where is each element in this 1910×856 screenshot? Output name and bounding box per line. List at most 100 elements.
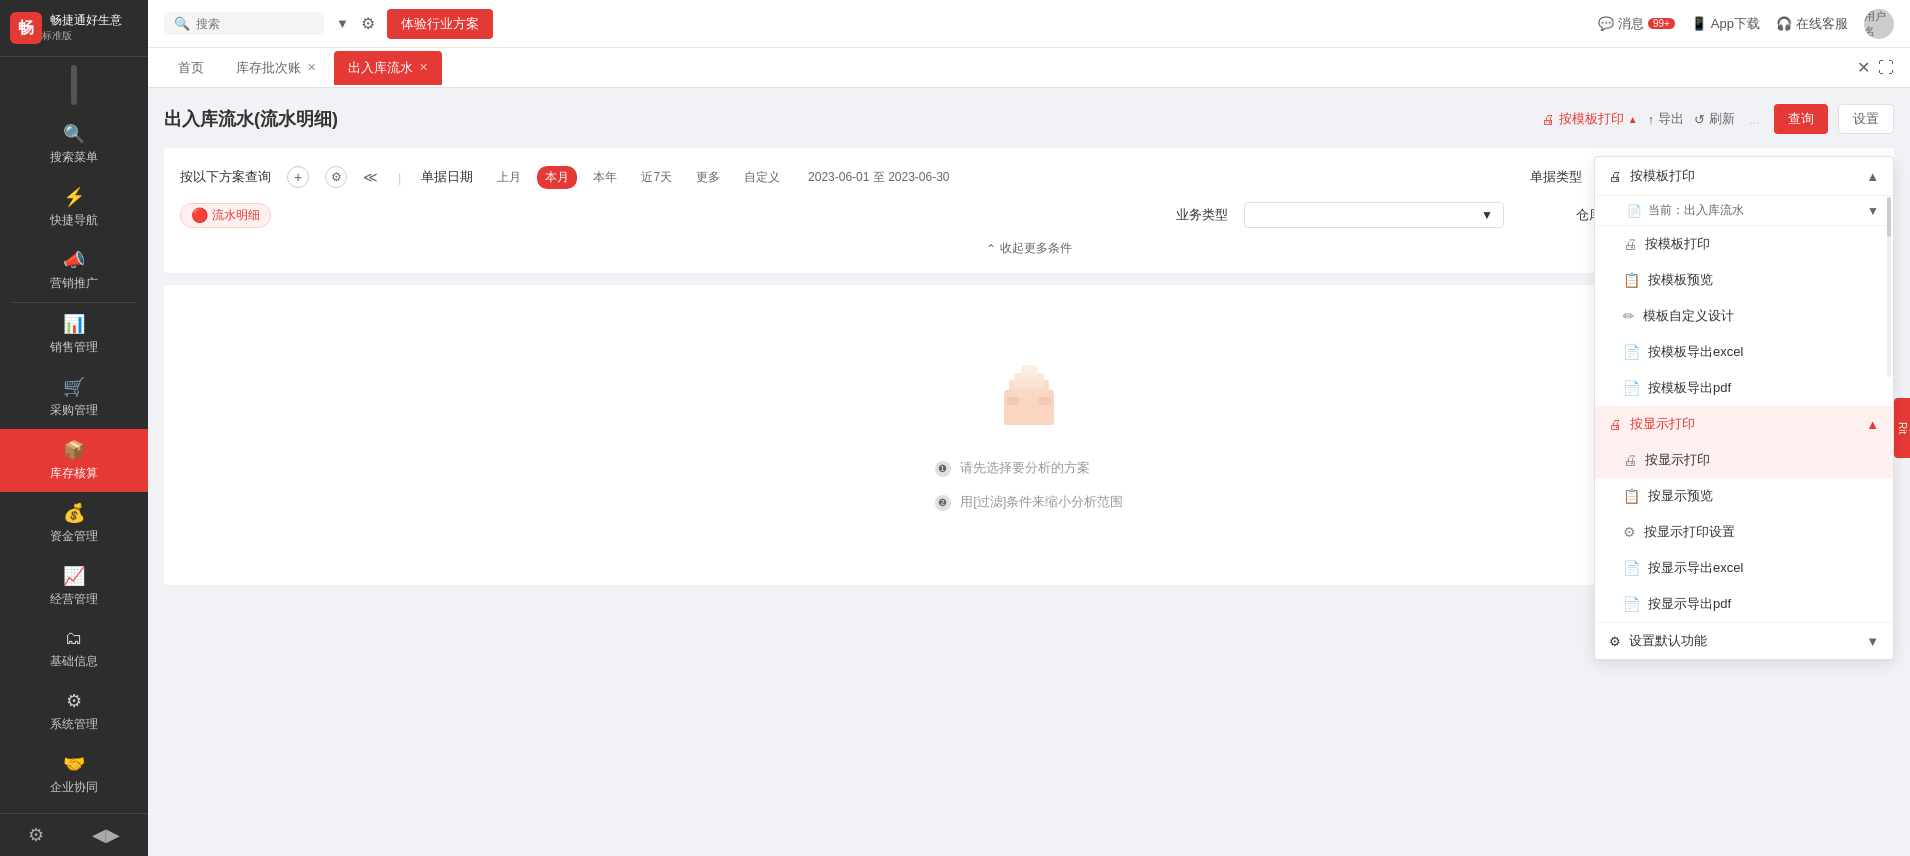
enterprise-icon: 🤝 <box>63 753 85 775</box>
collapse-sidebar-icon[interactable]: ◀▶ <box>92 824 120 846</box>
item-preview-icon-2: 📋 <box>1623 488 1640 504</box>
dropdown-item-template-print[interactable]: 🖨 按模板打印 <box>1595 226 1893 262</box>
search-icon: 🔍 <box>63 123 85 145</box>
dropdown-item-template-excel[interactable]: 📄 按模板导出excel <box>1595 334 1893 370</box>
main-content: 🔍 ▼ ⚙ 体验行业方案 💬 消息 99+ 📱 App下载 🎧 在线客服 <box>148 0 1910 856</box>
search-input[interactable] <box>196 17 314 31</box>
notification-btn[interactable]: 💬 消息 99+ <box>1598 15 1675 33</box>
item-printer-icon-1: 🖨 <box>1623 236 1637 252</box>
svg-rect-5 <box>1039 397 1051 405</box>
dropdown-item-display-pdf[interactable]: 📄 按显示导出pdf <box>1595 586 1893 622</box>
page-title-bar: 出入库流水(流水明细) 🖨 按模板打印 ▲ ↑ 导出 ↺ 刷新 <box>164 104 1894 134</box>
customer-service-btn[interactable]: 🎧 在线客服 <box>1776 15 1848 33</box>
tabs-bar: 首页 库存批次账 ✕ 出入库流水 ✕ ✕ ⛶ <box>148 48 1910 88</box>
date-prev-month-btn[interactable]: 上月 <box>489 166 529 189</box>
settings-btn[interactable]: 设置 <box>1838 104 1894 134</box>
filter-collapse-button[interactable]: ≪ <box>363 169 378 185</box>
sidebar-item-enterprise[interactable]: 🤝 企业协同 <box>0 743 148 806</box>
sidebar-item-guide[interactable]: 🎓 新手引导 <box>0 806 148 813</box>
tab-close-all-icon[interactable]: ✕ <box>1857 58 1870 77</box>
date-custom-btn[interactable]: 自定义 <box>736 166 788 189</box>
empty-steps: ❶ 请先选择要分析的方案 ❷ 用[过滤]条件来缩小分析范围 <box>935 455 1124 515</box>
sidebar: 畅 畅捷通好生意 标准版 🔍 搜索菜单 ⚡ 快捷导航 📣 <box>0 0 148 856</box>
tab-close-flow[interactable]: ✕ <box>419 61 428 74</box>
app-download-icon: 📱 <box>1691 16 1707 31</box>
template-print-btn[interactable]: 🖨 按模板打印 ▲ <box>1542 110 1638 128</box>
sidebar-item-finance[interactable]: 💰 资金管理 <box>0 492 148 555</box>
notification-icon: 💬 <box>1598 16 1614 31</box>
trial-button[interactable]: 体验行业方案 <box>387 9 493 39</box>
finance-icon: 💰 <box>63 502 85 524</box>
page-title: 出入库流水(流水明细) <box>164 107 338 131</box>
sales-icon: 📊 <box>63 313 85 335</box>
dropdown-item-display-excel[interactable]: 📄 按显示导出excel <box>1595 550 1893 586</box>
item-customize-icon: ✏ <box>1623 308 1635 324</box>
business-type-select[interactable]: ▼ <box>1244 202 1504 228</box>
date-filter-label: 单据日期 <box>421 168 473 186</box>
item-preview-icon-1: 📋 <box>1623 272 1640 288</box>
dropdown-header[interactable]: 🖨 按模板打印 ▲ <box>1595 157 1893 196</box>
inventory-icon: 📦 <box>63 439 85 461</box>
date-this-year-btn[interactable]: 本年 <box>585 166 625 189</box>
printer-icon: 🖨 <box>1542 112 1555 127</box>
chevron-up-icon2: ⌃ <box>986 242 996 256</box>
tab-inventory-flow[interactable]: 出入库流水 ✕ <box>334 51 442 85</box>
sidebar-item-quick-nav[interactable]: ⚡ 快捷导航 <box>0 176 148 239</box>
sidebar-item-basic[interactable]: 🗂 基础信息 <box>0 618 148 680</box>
query-btn[interactable]: 查询 <box>1774 104 1828 134</box>
dropdown-section2-header[interactable]: 🖨 按显示打印 ▲ <box>1595 406 1893 442</box>
page-actions: 🖨 按模板打印 ▲ ↑ 导出 ↺ 刷新 ... 查询 设置 <box>1542 104 1894 134</box>
tab-close-batch[interactable]: ✕ <box>307 61 316 74</box>
date-more-btn[interactable]: 更多 <box>688 166 728 189</box>
dropdown-item-display-print-settings[interactable]: ⚙ 按显示打印设置 <box>1595 514 1893 550</box>
header: 🔍 ▼ ⚙ 体验行业方案 💬 消息 99+ 📱 App下载 🎧 在线客服 <box>148 0 1910 48</box>
filter-add-button[interactable]: + <box>287 166 309 188</box>
sidebar-item-operation[interactable]: 📈 经营管理 <box>0 555 148 618</box>
export-icon: ↑ <box>1648 112 1655 127</box>
dropdown-footer-settings[interactable]: ⚙ 设置默认功能 ▼ <box>1595 622 1893 659</box>
sidebar-item-system[interactable]: ⚙ 系统管理 <box>0 680 148 743</box>
quick-nav-icon: ⚡ <box>63 186 85 208</box>
dropdown-item-display-preview[interactable]: 📋 按显示预览 <box>1595 478 1893 514</box>
sidebar-item-marketing[interactable]: 📣 营销推广 <box>0 239 148 302</box>
header-search-icon: 🔍 <box>174 16 190 31</box>
sidebar-scrollbar[interactable] <box>71 65 77 105</box>
refresh-btn[interactable]: ↺ 刷新 <box>1694 110 1735 128</box>
sidebar-item-purchase[interactable]: 🛒 采购管理 <box>0 366 148 429</box>
operation-icon: 📈 <box>63 565 85 587</box>
filter-settings-button[interactable]: ⚙ <box>325 166 347 188</box>
sidebar-item-inventory[interactable]: 📦 库存核算 <box>0 429 148 492</box>
dropdown-item-template-preview[interactable]: 📋 按模板预览 <box>1595 262 1893 298</box>
tab-expand-icon[interactable]: ⛶ <box>1878 59 1894 77</box>
tab-home[interactable]: 首页 <box>164 51 218 85</box>
active-tag[interactable]: 🔴 流水明细 <box>180 203 271 228</box>
logo-version: 标准版 <box>42 29 122 43</box>
dropdown-item-display-print[interactable]: 🖨 按显示打印 <box>1595 442 1893 478</box>
header-settings-icon[interactable]: ⚙ <box>361 14 375 33</box>
doc-type-label: 单据类型 <box>1530 168 1582 186</box>
empty-illustration <box>989 355 1069 435</box>
dropdown-item-template-customize[interactable]: ✏ 模板自定义设计 <box>1595 298 1893 334</box>
user-avatar[interactable]: 用户名 <box>1864 9 1894 39</box>
tab-batch-account[interactable]: 库存批次账 ✕ <box>222 51 330 85</box>
app-download-btn[interactable]: 📱 App下载 <box>1691 15 1760 33</box>
export-btn[interactable]: ↑ 导出 <box>1648 110 1685 128</box>
item-settings-icon: ⚙ <box>1623 524 1636 540</box>
sidebar-item-sales[interactable]: 📊 销售管理 <box>0 303 148 366</box>
basic-icon: 🗂 <box>65 628 83 649</box>
header-dropdown-icon[interactable]: ▼ <box>336 16 349 31</box>
collapse-more-btn[interactable]: ⌃ 收起更多条件 <box>986 240 1072 257</box>
settings-bottom-icon[interactable]: ⚙ <box>28 824 44 846</box>
dropdown-current-label: 📄 当前：出入库流水 ▼ <box>1595 196 1893 226</box>
item-pdf-icon-1: 📄 <box>1623 380 1640 396</box>
dropdown-item-template-pdf[interactable]: 📄 按模板导出pdf <box>1595 370 1893 406</box>
footer-chevron: ▼ <box>1866 634 1879 649</box>
dropdown-header-chevron[interactable]: ▲ <box>1866 169 1879 184</box>
section2-chevron: ▲ <box>1866 417 1879 432</box>
svg-rect-4 <box>1007 397 1019 405</box>
right-edge-button[interactable]: Rit <box>1894 398 1910 458</box>
date-7days-btn[interactable]: 近7天 <box>633 166 680 189</box>
sidebar-item-search[interactable]: 🔍 搜索菜单 <box>0 113 148 176</box>
date-this-month-btn[interactable]: 本月 <box>537 166 577 189</box>
header-search-box[interactable]: 🔍 <box>164 12 324 35</box>
